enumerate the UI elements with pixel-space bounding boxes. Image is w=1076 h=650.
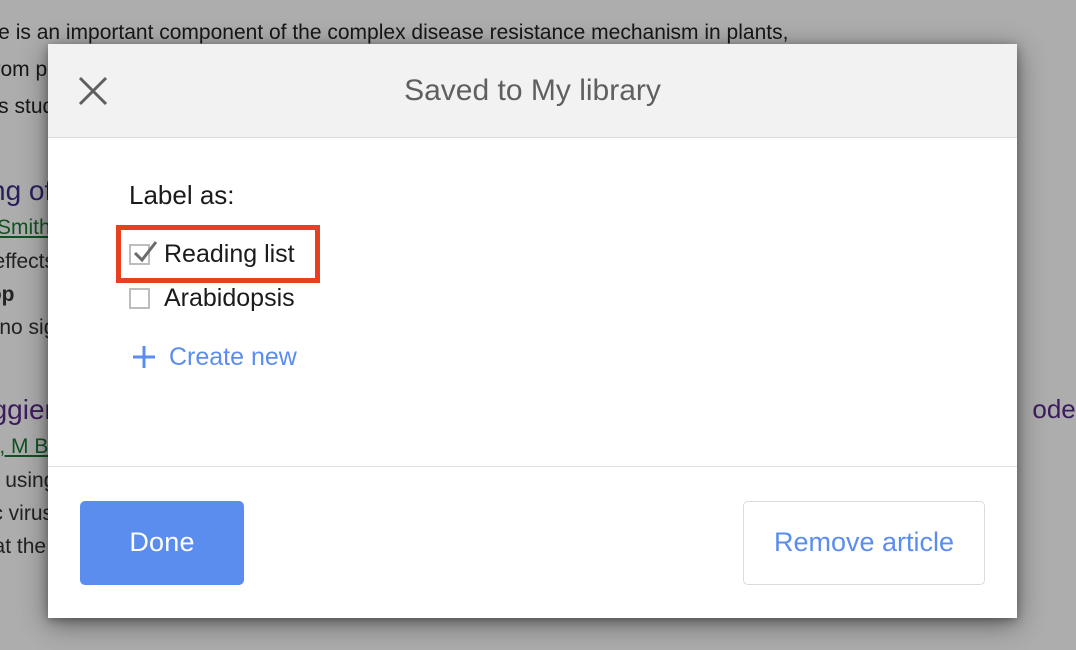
create-new-label-button[interactable]: Create new bbox=[129, 342, 329, 372]
checkmark-icon bbox=[133, 240, 158, 262]
dialog-title: Saved to My library bbox=[404, 74, 661, 107]
plus-icon bbox=[129, 342, 159, 372]
saved-to-library-dialog: Saved to My library Label as: Reading li… bbox=[48, 44, 1017, 618]
create-new-label: Create new bbox=[169, 343, 297, 371]
label-option-label: Arabidopsis bbox=[164, 284, 295, 312]
dialog-header: Saved to My library bbox=[48, 44, 1017, 138]
dialog-footer: Done Remove article bbox=[48, 466, 1017, 618]
checkbox-reading-list[interactable] bbox=[129, 240, 158, 265]
label-as-heading: Label as: bbox=[129, 180, 235, 210]
label-option-arabidopsis[interactable]: Arabidopsis bbox=[129, 276, 319, 320]
dialog-body: Label as: Reading list Arabidopsis Creat… bbox=[48, 138, 1017, 466]
label-option-reading-list[interactable]: Reading list bbox=[116, 225, 320, 283]
checkbox-arabidopsis[interactable] bbox=[129, 287, 150, 309]
done-button[interactable]: Done bbox=[80, 500, 244, 585]
remove-article-button[interactable]: Remove article bbox=[743, 500, 985, 585]
label-option-label: Reading list bbox=[164, 240, 295, 268]
label-checkbox-list: Reading list Arabidopsis bbox=[116, 225, 1017, 320]
